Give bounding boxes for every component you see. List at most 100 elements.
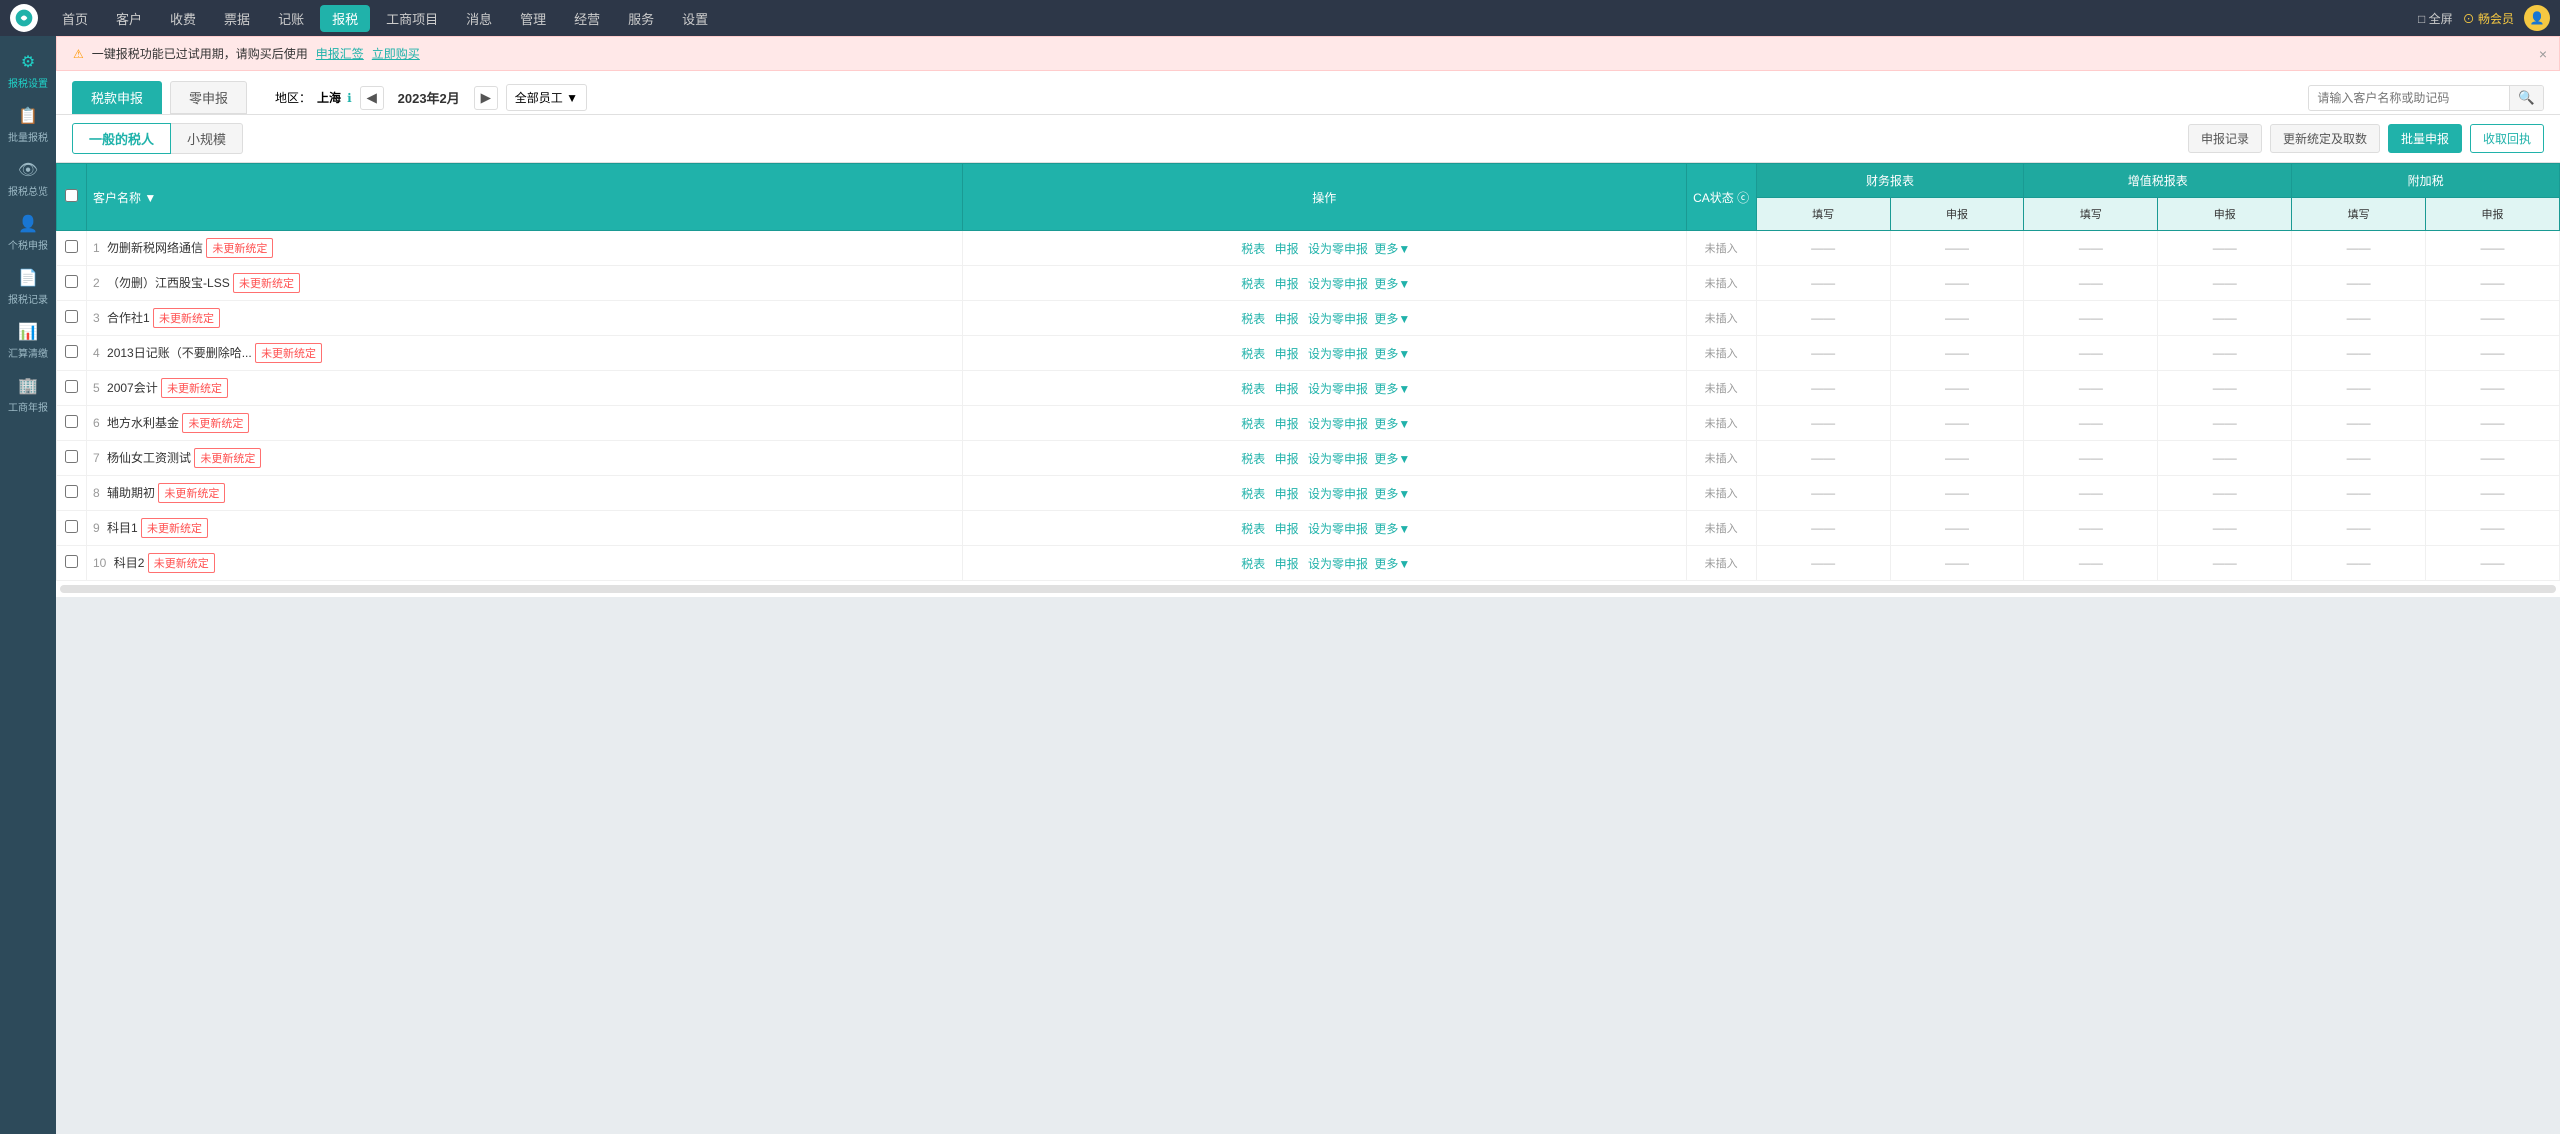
op-declare[interactable]: 申报 bbox=[1275, 312, 1299, 326]
op-more[interactable]: 更多▼ bbox=[1374, 487, 1410, 501]
add-declare-cell: —— bbox=[2426, 266, 2560, 301]
op-declare[interactable]: 申报 bbox=[1275, 347, 1299, 361]
update-stats-btn[interactable]: 更新统定及取数 bbox=[2270, 124, 2380, 153]
op-zero-declare[interactable]: 设为零申报 bbox=[1308, 347, 1368, 361]
batch-declare-btn[interactable]: 批量申报 bbox=[2388, 124, 2462, 153]
row-checkbox[interactable] bbox=[65, 520, 78, 533]
row-checkbox[interactable] bbox=[65, 345, 78, 358]
op-tax-form[interactable]: 税表 bbox=[1241, 312, 1265, 326]
search-button[interactable]: 🔍 bbox=[2509, 86, 2543, 110]
op-declare[interactable]: 申报 bbox=[1275, 522, 1299, 536]
nav-home[interactable]: 首页 bbox=[50, 5, 100, 32]
nav-message[interactable]: 消息 bbox=[454, 5, 504, 32]
search-input[interactable] bbox=[2309, 87, 2509, 109]
op-zero-declare[interactable]: 设为零申报 bbox=[1308, 452, 1368, 466]
next-month-btn[interactable]: ▶ bbox=[474, 86, 498, 110]
prev-month-btn[interactable]: ◀ bbox=[360, 86, 384, 110]
op-more[interactable]: 更多▼ bbox=[1374, 312, 1410, 326]
date-display: 2023年2月 bbox=[392, 88, 466, 107]
staff-select[interactable]: 全部员工 ▼ bbox=[506, 84, 587, 111]
op-declare[interactable]: 申报 bbox=[1275, 382, 1299, 396]
op-zero-declare[interactable]: 设为零申报 bbox=[1308, 382, 1368, 396]
op-more[interactable]: 更多▼ bbox=[1374, 347, 1410, 361]
row-checkbox[interactable] bbox=[65, 415, 78, 428]
user-avatar[interactable]: 👤 bbox=[2524, 5, 2550, 31]
op-zero-declare[interactable]: 设为零申报 bbox=[1308, 277, 1368, 291]
nav-settings[interactable]: 设置 bbox=[670, 5, 720, 32]
banner-close-btn[interactable]: × bbox=[2539, 46, 2547, 62]
sidebar-item-tax-settings[interactable]: ⚙ 报税设置 bbox=[0, 44, 56, 98]
add-fill-cell: —— bbox=[2292, 406, 2426, 441]
buy-now-link[interactable]: 立即购买 bbox=[372, 45, 420, 62]
op-zero-declare[interactable]: 设为零申报 bbox=[1308, 487, 1368, 501]
op-declare[interactable]: 申报 bbox=[1275, 557, 1299, 571]
op-tax-form[interactable]: 税表 bbox=[1241, 557, 1265, 571]
row-checkbox[interactable] bbox=[65, 240, 78, 253]
sidebar-item-tax-overview[interactable]: 👁 报税总览 bbox=[0, 152, 56, 206]
op-more[interactable]: 更多▼ bbox=[1374, 522, 1410, 536]
op-tax-form[interactable]: 税表 bbox=[1241, 347, 1265, 361]
fullscreen-btn[interactable]: □ 全屏 bbox=[2418, 10, 2453, 27]
fin-declare-cell: —— bbox=[1890, 441, 2024, 476]
op-tax-form[interactable]: 税表 bbox=[1241, 417, 1265, 431]
nav-tax[interactable]: 报税 bbox=[320, 5, 370, 32]
table-row: 2 （勿删）江西股宝-LSS 未更新统定 税表 申报 设为零申报 更多▼ 未插入… bbox=[57, 266, 2560, 301]
nav-service[interactable]: 服务 bbox=[616, 5, 666, 32]
op-declare[interactable]: 申报 bbox=[1275, 452, 1299, 466]
op-more[interactable]: 更多▼ bbox=[1374, 417, 1410, 431]
operations-cell: 税表 申报 设为零申报 更多▼ bbox=[962, 406, 1686, 441]
row-checkbox[interactable] bbox=[65, 380, 78, 393]
op-declare[interactable]: 申报 bbox=[1275, 487, 1299, 501]
op-tax-form[interactable]: 税表 bbox=[1241, 487, 1265, 501]
op-more[interactable]: 更多▼ bbox=[1374, 382, 1410, 396]
op-zero-declare[interactable]: 设为零申报 bbox=[1308, 522, 1368, 536]
op-declare[interactable]: 申报 bbox=[1275, 242, 1299, 256]
nav-billing[interactable]: 收费 bbox=[158, 5, 208, 32]
row-checkbox[interactable] bbox=[65, 310, 78, 323]
row-checkbox[interactable] bbox=[65, 485, 78, 498]
member-btn[interactable]: ⊙ 畅会员 bbox=[2463, 10, 2514, 27]
op-more[interactable]: 更多▼ bbox=[1374, 277, 1410, 291]
op-declare[interactable]: 申报 bbox=[1275, 417, 1299, 431]
op-tax-form[interactable]: 税表 bbox=[1241, 277, 1265, 291]
declaration-records-btn[interactable]: 申报记录 bbox=[2188, 124, 2262, 153]
nav-client[interactable]: 客户 bbox=[104, 5, 154, 32]
sidebar-item-batch-tax[interactable]: 📋 批量报税 bbox=[0, 98, 56, 152]
sidebar-item-annual-report[interactable]: 🏢 工商年报 bbox=[0, 368, 56, 422]
sidebar-item-tax-records[interactable]: 📄 报税记录 bbox=[0, 260, 56, 314]
tab-general-taxpayer[interactable]: 一般的税人 bbox=[72, 123, 171, 154]
collect-receipt-btn[interactable]: 收取回执 bbox=[2470, 124, 2544, 153]
nav-invoice[interactable]: 票据 bbox=[212, 5, 262, 32]
nav-manage[interactable]: 管理 bbox=[508, 5, 558, 32]
nav-business[interactable]: 工商项目 bbox=[374, 5, 450, 32]
op-zero-declare[interactable]: 设为零申报 bbox=[1308, 242, 1368, 256]
report-summary-link[interactable]: 申报汇签 bbox=[316, 45, 364, 62]
op-tax-form[interactable]: 税表 bbox=[1241, 242, 1265, 256]
horizontal-scrollbar[interactable] bbox=[60, 585, 2556, 593]
op-more[interactable]: 更多▼ bbox=[1374, 452, 1410, 466]
op-zero-declare[interactable]: 设为零申报 bbox=[1308, 312, 1368, 326]
op-tax-form[interactable]: 税表 bbox=[1241, 452, 1265, 466]
client-name-cell: 8 辅助期初 未更新统定 bbox=[87, 476, 963, 511]
tab-zero-declaration[interactable]: 零申报 bbox=[170, 81, 247, 114]
sidebar-item-settlement[interactable]: 📊 汇算清缴 bbox=[0, 314, 56, 368]
row-checkbox[interactable] bbox=[65, 555, 78, 568]
tab-small-scale[interactable]: 小规模 bbox=[171, 123, 243, 154]
op-zero-declare[interactable]: 设为零申报 bbox=[1308, 417, 1368, 431]
row-checkbox[interactable] bbox=[65, 450, 78, 463]
status-badge: 未更新统定 bbox=[206, 238, 273, 258]
select-all-checkbox[interactable] bbox=[65, 189, 78, 202]
op-zero-declare[interactable]: 设为零申报 bbox=[1308, 557, 1368, 571]
tab-tax-declaration[interactable]: 税款申报 bbox=[72, 81, 162, 114]
op-more[interactable]: 更多▼ bbox=[1374, 242, 1410, 256]
row-checkbox[interactable] bbox=[65, 275, 78, 288]
nav-bookkeeping[interactable]: 记账 bbox=[266, 5, 316, 32]
op-more[interactable]: 更多▼ bbox=[1374, 557, 1410, 571]
sidebar-item-personal-tax[interactable]: 👤 个税申报 bbox=[0, 206, 56, 260]
op-tax-form[interactable]: 税表 bbox=[1241, 382, 1265, 396]
op-declare[interactable]: 申报 bbox=[1275, 277, 1299, 291]
nav-operation[interactable]: 经营 bbox=[562, 5, 612, 32]
op-tax-form[interactable]: 税表 bbox=[1241, 522, 1265, 536]
info-icon[interactable]: ℹ bbox=[347, 91, 352, 105]
region-value: 上海 bbox=[317, 89, 341, 106]
